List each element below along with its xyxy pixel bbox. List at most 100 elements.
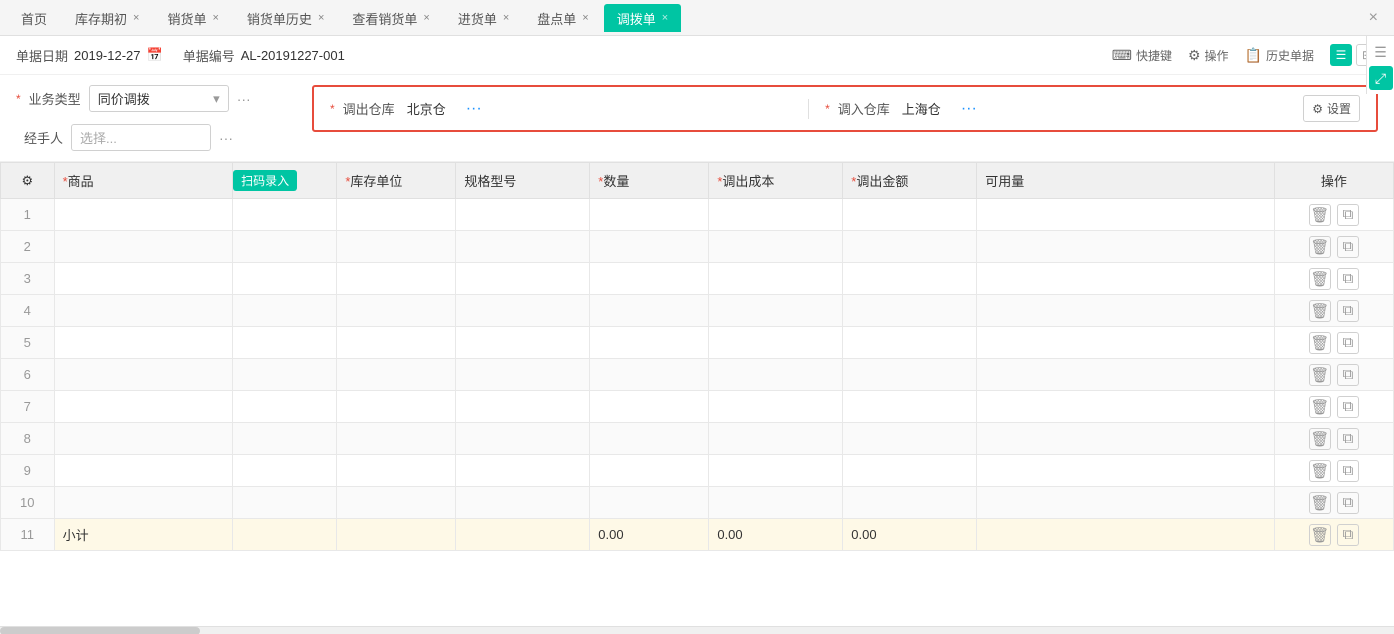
delete-icon[interactable]: 🗑 <box>1309 332 1331 354</box>
sidebar-expand-icon[interactable]: ⤢ <box>1369 66 1393 90</box>
cell-available[interactable] <box>977 391 1275 423</box>
cell-goods[interactable] <box>54 263 233 295</box>
delete-icon[interactable]: 🗑 <box>1309 364 1331 386</box>
cell-goods[interactable] <box>54 487 233 519</box>
cell-amount[interactable] <box>843 455 977 487</box>
cell-spec[interactable] <box>456 199 590 231</box>
more-options-icon[interactable]: ··· <box>237 91 251 107</box>
cell-amount[interactable] <box>843 231 977 263</box>
cell-unit[interactable] <box>337 327 456 359</box>
cell-cost[interactable] <box>709 487 843 519</box>
cell-spec[interactable] <box>456 487 590 519</box>
cell-unit[interactable] <box>337 359 456 391</box>
sidebar-list-icon[interactable]: ☰ <box>1369 40 1393 64</box>
cell-unit[interactable] <box>337 295 456 327</box>
copy-icon[interactable]: ⧉ <box>1337 492 1359 514</box>
cell-cost[interactable] <box>709 327 843 359</box>
copy-icon[interactable]: ⧉ <box>1337 236 1359 258</box>
delete-icon[interactable]: 🗑 <box>1309 268 1331 290</box>
cell-cost[interactable] <box>709 359 843 391</box>
close-icon[interactable]: × <box>582 12 588 24</box>
main-close-button[interactable]: × <box>1361 9 1386 27</box>
cell-spec[interactable] <box>456 455 590 487</box>
horizontal-scrollbar[interactable] <box>0 626 1394 634</box>
tab-sales-history[interactable]: 销货单历史 × <box>234 4 337 32</box>
business-type-select[interactable]: 同价调拨 ▾ <box>89 85 229 112</box>
copy-icon[interactable]: ⧉ <box>1337 364 1359 386</box>
copy-icon[interactable]: ⧉ <box>1337 524 1359 546</box>
cell-available[interactable] <box>977 263 1275 295</box>
cell-goods[interactable] <box>54 295 233 327</box>
cell-unit[interactable] <box>337 423 456 455</box>
delete-icon[interactable]: 🗑 <box>1309 204 1331 226</box>
warehouse-settings-button[interactable]: ⚙ 设置 <box>1303 95 1360 122</box>
cell-unit[interactable] <box>337 487 456 519</box>
cell-spec[interactable] <box>456 263 590 295</box>
cell-goods[interactable] <box>54 391 233 423</box>
cell-amount[interactable] <box>843 391 977 423</box>
cell-qty[interactable] <box>590 295 709 327</box>
close-icon[interactable]: × <box>212 12 218 24</box>
cell-amount[interactable] <box>843 327 977 359</box>
cell-spec[interactable] <box>456 327 590 359</box>
cell-cost[interactable] <box>709 199 843 231</box>
cell-goods[interactable]: 小计 <box>54 519 233 551</box>
cell-cost[interactable] <box>709 231 843 263</box>
cell-available[interactable] <box>977 327 1275 359</box>
cell-qty[interactable] <box>590 263 709 295</box>
cell-amount[interactable]: 0.00 <box>843 519 977 551</box>
delete-icon[interactable]: 🗑 <box>1309 492 1331 514</box>
cell-qty[interactable] <box>590 487 709 519</box>
close-icon[interactable]: × <box>133 12 139 24</box>
copy-icon[interactable]: ⧉ <box>1337 332 1359 354</box>
cell-qty[interactable] <box>590 423 709 455</box>
warehouse-in-more-icon[interactable]: ··· <box>961 100 977 118</box>
cell-available[interactable] <box>977 295 1275 327</box>
delete-icon[interactable]: 🗑 <box>1309 460 1331 482</box>
copy-icon[interactable]: ⧉ <box>1337 428 1359 450</box>
close-icon[interactable]: × <box>662 12 668 24</box>
operation-button[interactable]: ⚙ 操作 <box>1188 47 1229 64</box>
cell-spec[interactable] <box>456 519 590 551</box>
cell-qty[interactable] <box>590 231 709 263</box>
cell-goods[interactable] <box>54 423 233 455</box>
shortcut-button[interactable]: ⌨ 快捷键 <box>1112 47 1172 64</box>
cell-amount[interactable] <box>843 295 977 327</box>
cell-amount[interactable] <box>843 423 977 455</box>
cell-available[interactable] <box>977 487 1275 519</box>
close-icon[interactable]: × <box>318 12 324 24</box>
cell-unit[interactable] <box>337 391 456 423</box>
scan-button[interactable]: 扫码录入 <box>233 170 297 191</box>
cell-spec[interactable] <box>456 295 590 327</box>
cell-qty[interactable] <box>590 455 709 487</box>
cell-spec[interactable] <box>456 231 590 263</box>
copy-icon[interactable]: ⧉ <box>1337 460 1359 482</box>
cell-unit[interactable] <box>337 231 456 263</box>
cell-qty[interactable] <box>590 359 709 391</box>
tab-view-sales[interactable]: 查看销货单 × <box>339 4 442 32</box>
cell-available[interactable] <box>977 359 1275 391</box>
cell-unit[interactable] <box>337 455 456 487</box>
cell-available[interactable] <box>977 231 1275 263</box>
delete-icon[interactable]: 🗑 <box>1309 524 1331 546</box>
cell-amount[interactable] <box>843 263 977 295</box>
cell-goods[interactable] <box>54 199 233 231</box>
cell-goods[interactable] <box>54 231 233 263</box>
delete-icon[interactable]: 🗑 <box>1309 300 1331 322</box>
cell-qty[interactable] <box>590 327 709 359</box>
cell-cost[interactable] <box>709 423 843 455</box>
cell-unit[interactable] <box>337 199 456 231</box>
history-button[interactable]: 📋 历史单据 <box>1245 47 1314 64</box>
cell-amount[interactable] <box>843 199 977 231</box>
handler-more-icon[interactable]: ··· <box>219 130 233 146</box>
cell-spec[interactable] <box>456 359 590 391</box>
tab-inventory-init[interactable]: 库存期初 × <box>62 4 152 32</box>
cell-cost[interactable] <box>709 295 843 327</box>
copy-icon[interactable]: ⧉ <box>1337 204 1359 226</box>
cell-qty[interactable] <box>590 391 709 423</box>
scroll-thumb[interactable] <box>0 627 200 634</box>
delete-icon[interactable]: 🗑 <box>1309 396 1331 418</box>
tab-transfer[interactable]: 调拨单 × <box>604 4 681 32</box>
cell-goods[interactable] <box>54 359 233 391</box>
column-settings[interactable]: ⚙ <box>1 163 55 199</box>
